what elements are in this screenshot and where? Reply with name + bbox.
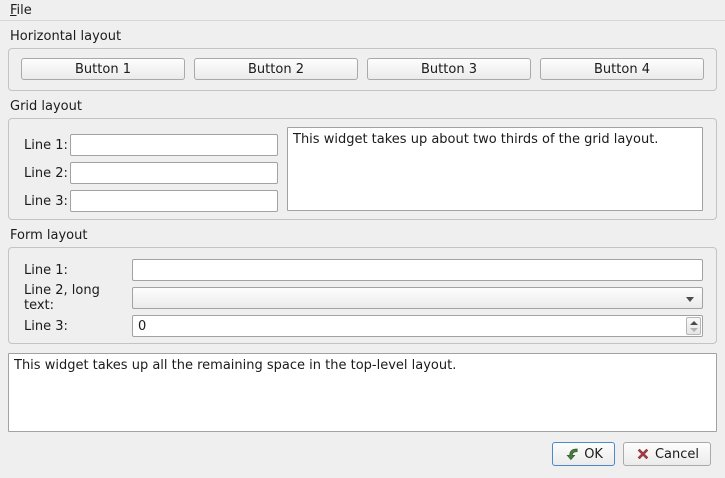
ok-button-label: OK bbox=[584, 446, 603, 462]
ok-button[interactable]: OK bbox=[552, 442, 615, 466]
grid-row-3: Line 3: bbox=[21, 190, 278, 212]
button-2[interactable]: Button 2 bbox=[194, 58, 358, 80]
spinbox-buttons[interactable] bbox=[686, 317, 701, 335]
button-1[interactable]: Button 1 bbox=[21, 58, 185, 80]
cancel-button-label: Cancel bbox=[654, 446, 699, 462]
grid-line2-input[interactable] bbox=[70, 162, 278, 184]
form-line1-label: Line 1: bbox=[24, 262, 68, 278]
form-line3-field bbox=[132, 315, 703, 337]
chevron-down-icon bbox=[686, 297, 694, 302]
red-cross-icon bbox=[637, 448, 649, 460]
bottom-text-edit[interactable]: This widget takes up all the remaining s… bbox=[8, 353, 717, 432]
horizontal-group-frame: Button 1 Button 2 Button 3 Button 4 bbox=[8, 48, 717, 91]
horizontal-group-title: Horizontal layout bbox=[10, 29, 122, 44]
form-row-3: Line 3: bbox=[21, 315, 703, 337]
arrow-up-icon[interactable] bbox=[689, 320, 698, 325]
form-line3-spinbox bbox=[132, 315, 703, 337]
menu-file[interactable]: File bbox=[4, 2, 38, 19]
grid-line3-label: Line 3: bbox=[24, 193, 68, 209]
dialog-button-box: OK Cancel bbox=[0, 442, 711, 466]
form-line2-combobox[interactable] bbox=[132, 287, 703, 309]
form-line3-spinbox-input[interactable] bbox=[132, 315, 703, 337]
dialog-content: Horizontal layout Button 1 Button 2 Butt… bbox=[0, 21, 725, 344]
grid-line3-input[interactable] bbox=[70, 190, 278, 212]
grid-row-1: Line 1: bbox=[21, 134, 278, 156]
menubar: File bbox=[0, 0, 725, 21]
form-line1-input[interactable] bbox=[132, 259, 703, 281]
form-line1-field bbox=[132, 259, 703, 281]
cancel-button[interactable]: Cancel bbox=[622, 442, 711, 466]
form-group-title: Form layout bbox=[10, 228, 88, 243]
grid-line2-label: Line 2: bbox=[24, 165, 68, 181]
grid-row-2: Line 2: bbox=[21, 162, 278, 184]
arrow-down-icon[interactable] bbox=[689, 327, 698, 332]
button-3[interactable]: Button 3 bbox=[367, 58, 531, 80]
form-line2-field bbox=[132, 287, 703, 309]
green-return-arrow-icon bbox=[566, 448, 578, 461]
grid-line1-input[interactable] bbox=[70, 134, 278, 156]
form-group-frame: Line 1: Line 2, long text: Line 3: bbox=[8, 247, 717, 344]
grid-group-frame: Line 1: Line 2: Line 3: This widget take… bbox=[8, 118, 717, 220]
horizontal-buttons: Button 1 Button 2 Button 3 Button 4 bbox=[21, 58, 704, 80]
form-line2-label: Line 2, long text: bbox=[24, 283, 100, 313]
grid-group-title: Grid layout bbox=[10, 99, 82, 114]
grid-text-edit[interactable]: This widget takes up about two thirds of… bbox=[287, 127, 703, 211]
grid-line1-label: Line 1: bbox=[24, 137, 68, 153]
form-line3-label: Line 3: bbox=[24, 318, 68, 334]
form-row-2: Line 2, long text: bbox=[21, 283, 703, 313]
menu-file-rest: ile bbox=[16, 2, 32, 18]
button-4[interactable]: Button 4 bbox=[540, 58, 704, 80]
main-window: File Horizontal layout Button 1 Button 2… bbox=[0, 0, 725, 478]
form-row-1: Line 1: bbox=[21, 259, 703, 281]
grid-left-column: Line 1: Line 2: Line 3: bbox=[21, 127, 278, 212]
